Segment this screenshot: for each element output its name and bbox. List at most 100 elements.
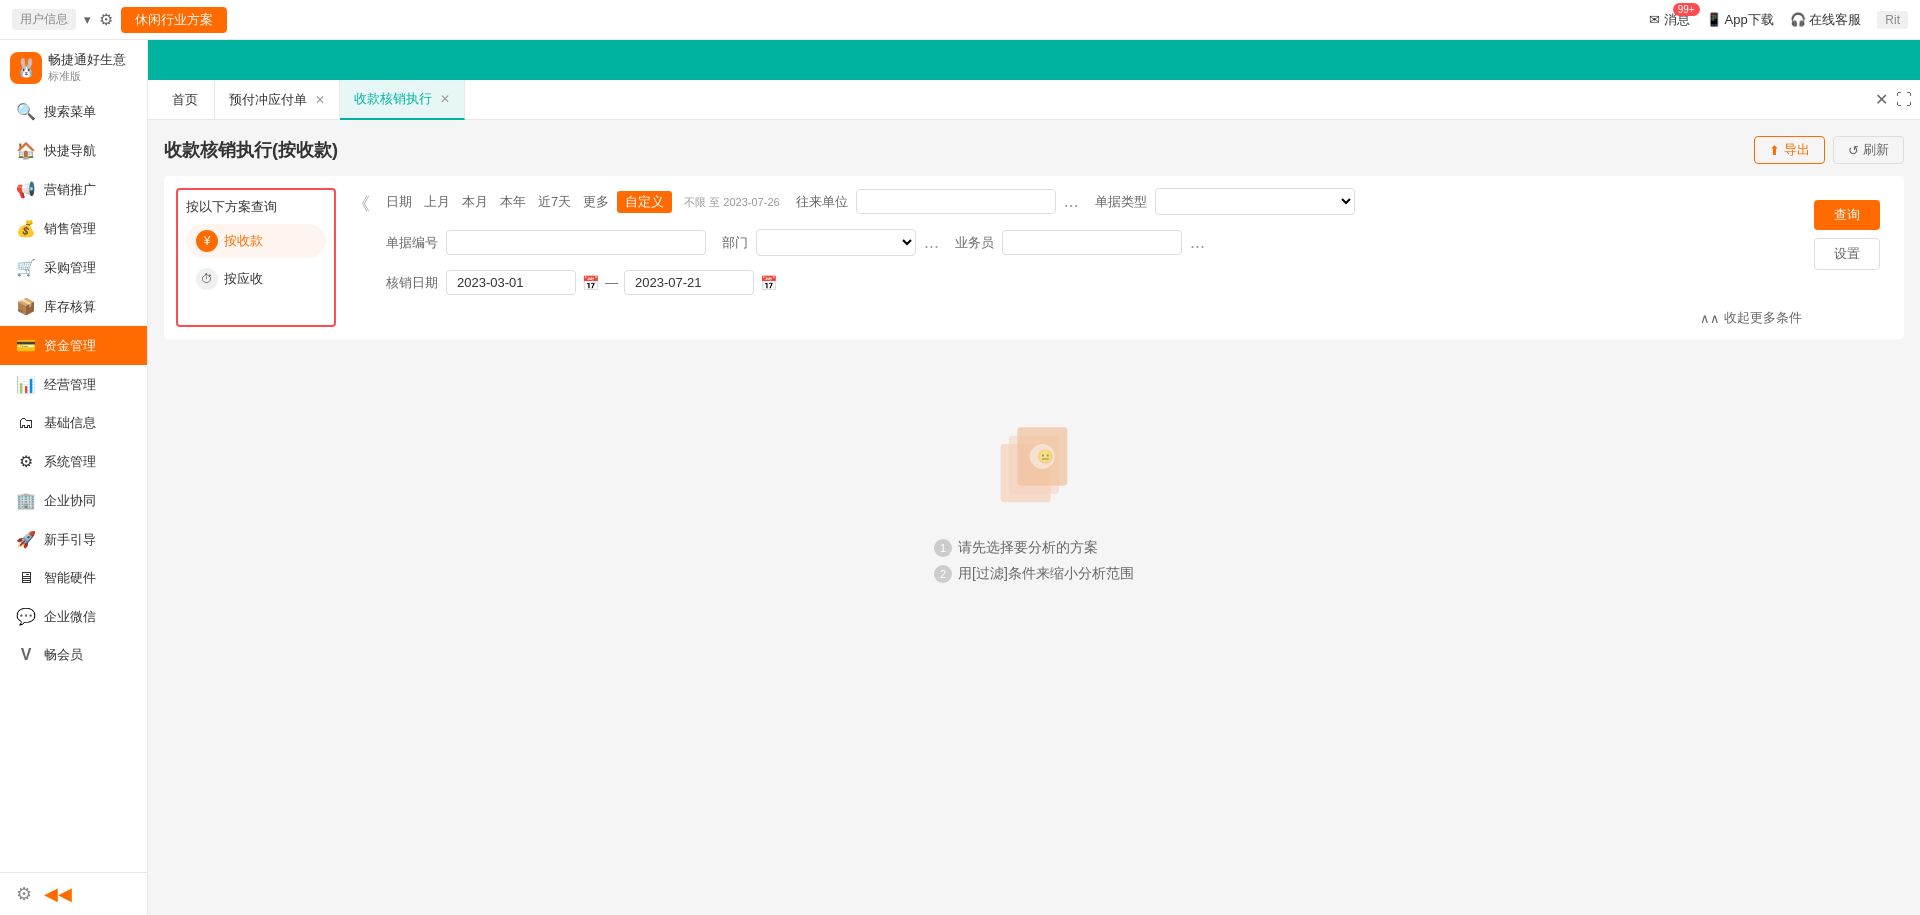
sidebar-item-inventory[interactable]: 📦 库存核算 [0, 287, 147, 326]
sidebar-item-enterprise[interactable]: 🏢 企业协同 [0, 481, 147, 520]
filter-area: 按以下方案查询 ¥ 按收款 ⏱ 按应收 《 [164, 176, 1904, 339]
filter-group-partner: 往来单位 ... [796, 189, 1079, 214]
filter-row-1: 日期 上月 本月 本年 近7天 更多 自定义 不限 至 2023-07-26 [386, 188, 1802, 215]
filter-option-by-receivable[interactable]: ⏱ 按应收 [186, 262, 326, 296]
export-button[interactable]: ⬆ 导出 [1754, 136, 1825, 164]
filter-group-dept: 部门 ... [722, 229, 939, 256]
sidebar-item-marketing[interactable]: 📢 营销推广 [0, 170, 147, 209]
filter-group-staff: 业务员 ... [955, 230, 1205, 255]
collapse-sidebar-icon[interactable]: ◀◀ [44, 883, 72, 905]
date-btn-custom[interactable]: 自定义 [617, 191, 672, 213]
settings-icon[interactable]: ⚙ [16, 883, 32, 905]
dept-more-icon[interactable]: ... [924, 232, 939, 253]
tab-home[interactable]: 首页 [156, 80, 215, 120]
writeoff-date-label: 核销日期 [386, 274, 438, 292]
tab-writeoff[interactable]: 收款核销执行 ✕ [340, 80, 465, 120]
empty-state: 😐 1 请先选择要分析的方案 2 用[过滤]条件来缩小分析范围 [164, 339, 1904, 671]
enterprise-icon: 🏢 [16, 491, 36, 510]
sidebar-item-hardware[interactable]: 🖥 智能硬件 [0, 559, 147, 597]
tab-expand-button[interactable]: ⛶ [1896, 91, 1912, 109]
collapse-more-button[interactable]: ∧∧ 收起更多条件 [1700, 309, 1802, 327]
date-btn-this-year[interactable]: 本年 [496, 191, 530, 213]
staff-input[interactable] [1002, 230, 1182, 255]
basic-icon: 🗂 [16, 414, 36, 432]
dept-select[interactable] [756, 229, 916, 256]
filter-scheme-panel: 按以下方案查询 ¥ 按收款 ⏱ 按应收 [176, 188, 336, 327]
tab-close-all-button[interactable]: ✕ [1875, 90, 1888, 109]
tab-prepay[interactable]: 预付冲应付单 ✕ [215, 80, 340, 120]
page-title: 收款核销执行(按收款) [164, 138, 338, 162]
date-range-separator: — [605, 275, 618, 290]
purchase-icon: 🛒 [16, 258, 36, 277]
sidebar-item-guide[interactable]: 🚀 新手引导 [0, 520, 147, 559]
sidebar-item-basic[interactable]: 🗂 基础信息 [0, 404, 147, 442]
gear-icon[interactable]: ⚙ [99, 10, 113, 29]
partner-more-icon[interactable]: ... [1064, 191, 1079, 212]
guide-icon: 🚀 [16, 530, 36, 549]
refresh-button[interactable]: ↺ 刷新 [1833, 136, 1904, 164]
app-download-button[interactable]: 📱 App下载 [1706, 11, 1774, 29]
calendar-end-icon[interactable]: 📅 [760, 275, 777, 291]
date-btn-last-month[interactable]: 上月 [420, 191, 454, 213]
filter-group-date: 日期 上月 本月 本年 近7天 更多 自定义 不限 至 2023-07-26 [386, 191, 780, 213]
date-btn-this-month[interactable]: 本月 [458, 191, 492, 213]
wechat-icon: 💬 [16, 607, 36, 626]
doc-num-label: 单据编号 [386, 234, 438, 252]
sidebar-item-quicknav[interactable]: 🏠 快捷导航 [0, 131, 147, 170]
export-icon: ⬆ [1769, 143, 1780, 158]
writeoff-date-end-input[interactable]: 2023-07-21 [624, 270, 754, 295]
doc-type-label: 单据类型 [1095, 193, 1147, 211]
filter-scheme-title: 按以下方案查询 [186, 198, 326, 216]
message-icon: ✉ [1649, 12, 1660, 27]
sidebar-bottom: ⚙ ◀◀ [0, 872, 147, 915]
filter-option-by-receipt[interactable]: ¥ 按收款 [186, 224, 326, 258]
filter-group-writeoff-date: 核销日期 2023-03-01 📅 — 2023-07-21 📅 [386, 270, 777, 295]
sidebar-item-wechat[interactable]: 💬 企业微信 [0, 597, 147, 636]
page-actions: ⬆ 导出 ↺ 刷新 [1754, 136, 1904, 164]
empty-state-icon: 😐 [984, 419, 1084, 519]
sidebar-item-search[interactable]: 🔍 搜索菜单 [0, 92, 147, 131]
message-button[interactable]: ✉ 消息 99+ [1649, 11, 1690, 29]
sidebar-logo: 🐰 畅捷通好生意 标准版 [0, 40, 147, 92]
calendar-start-icon[interactable]: 📅 [582, 275, 599, 291]
chevron-down-icon[interactable]: ▾ [84, 12, 91, 27]
tab-close-writeoff[interactable]: ✕ [440, 92, 450, 106]
app-icon: 📱 [1706, 12, 1722, 27]
writeoff-date-start-input[interactable]: 2023-03-01 [446, 270, 576, 295]
sidebar-item-finance[interactable]: 💳 资金管理 [0, 326, 147, 365]
top-bar: 用户信息 ▾ ⚙ 休闲行业方案 ✉ 消息 99+ 📱 App下载 🎧 在线客服 … [0, 0, 1920, 40]
empty-tip-2: 2 用[过滤]条件来缩小分析范围 [934, 565, 1134, 583]
sidebar-item-member[interactable]: V 畅会员 [0, 636, 147, 674]
date-label: 日期 [386, 193, 412, 211]
tip-num-1: 1 [934, 539, 952, 557]
receipt-icon: ¥ [196, 230, 218, 252]
page-header: 收款核销执行(按收款) ⬆ 导出 ↺ 刷新 [164, 136, 1904, 164]
svg-text:😐: 😐 [1037, 448, 1054, 465]
date-btn-more[interactable]: 更多 [579, 191, 613, 213]
sidebar-item-business[interactable]: 📊 经营管理 [0, 365, 147, 404]
empty-tip-1: 1 请先选择要分析的方案 [934, 539, 1134, 557]
setting-button[interactable]: 设置 [1814, 238, 1880, 270]
tab-bar-actions: ✕ ⛶ [1875, 90, 1912, 109]
solution-button[interactable]: 休闲行业方案 [121, 7, 227, 33]
partner-input[interactable] [856, 189, 1056, 214]
tab-bar: 首页 预付冲应付单 ✕ 收款核销执行 ✕ ✕ ⛶ [148, 80, 1920, 120]
collapse-more-icon: ∧∧ [1700, 311, 1720, 326]
date-btn-7days[interactable]: 近7天 [534, 191, 575, 213]
dept-label: 部门 [722, 234, 748, 252]
partner-label: 往来单位 [796, 193, 848, 211]
collapse-filter-button[interactable]: 《 [348, 188, 374, 220]
sidebar-item-sales[interactable]: 💰 销售管理 [0, 209, 147, 248]
service-button[interactable]: 🎧 在线客服 [1790, 11, 1862, 29]
tip-num-2: 2 [934, 565, 952, 583]
query-button[interactable]: 查询 [1814, 200, 1880, 230]
doc-type-select[interactable] [1155, 188, 1355, 215]
content-area: 首页 预付冲应付单 ✕ 收款核销执行 ✕ ✕ ⛶ 收款核销执行(按收款) ⬆ [148, 40, 1920, 915]
doc-num-input[interactable] [446, 230, 706, 255]
empty-tips: 1 请先选择要分析的方案 2 用[过滤]条件来缩小分析范围 [934, 539, 1134, 591]
home-icon: 🏠 [16, 141, 36, 160]
sidebar-item-system[interactable]: ⚙ 系统管理 [0, 442, 147, 481]
tab-close-prepay[interactable]: ✕ [315, 93, 325, 107]
staff-more-icon[interactable]: ... [1190, 232, 1205, 253]
sidebar-item-purchase[interactable]: 🛒 采购管理 [0, 248, 147, 287]
